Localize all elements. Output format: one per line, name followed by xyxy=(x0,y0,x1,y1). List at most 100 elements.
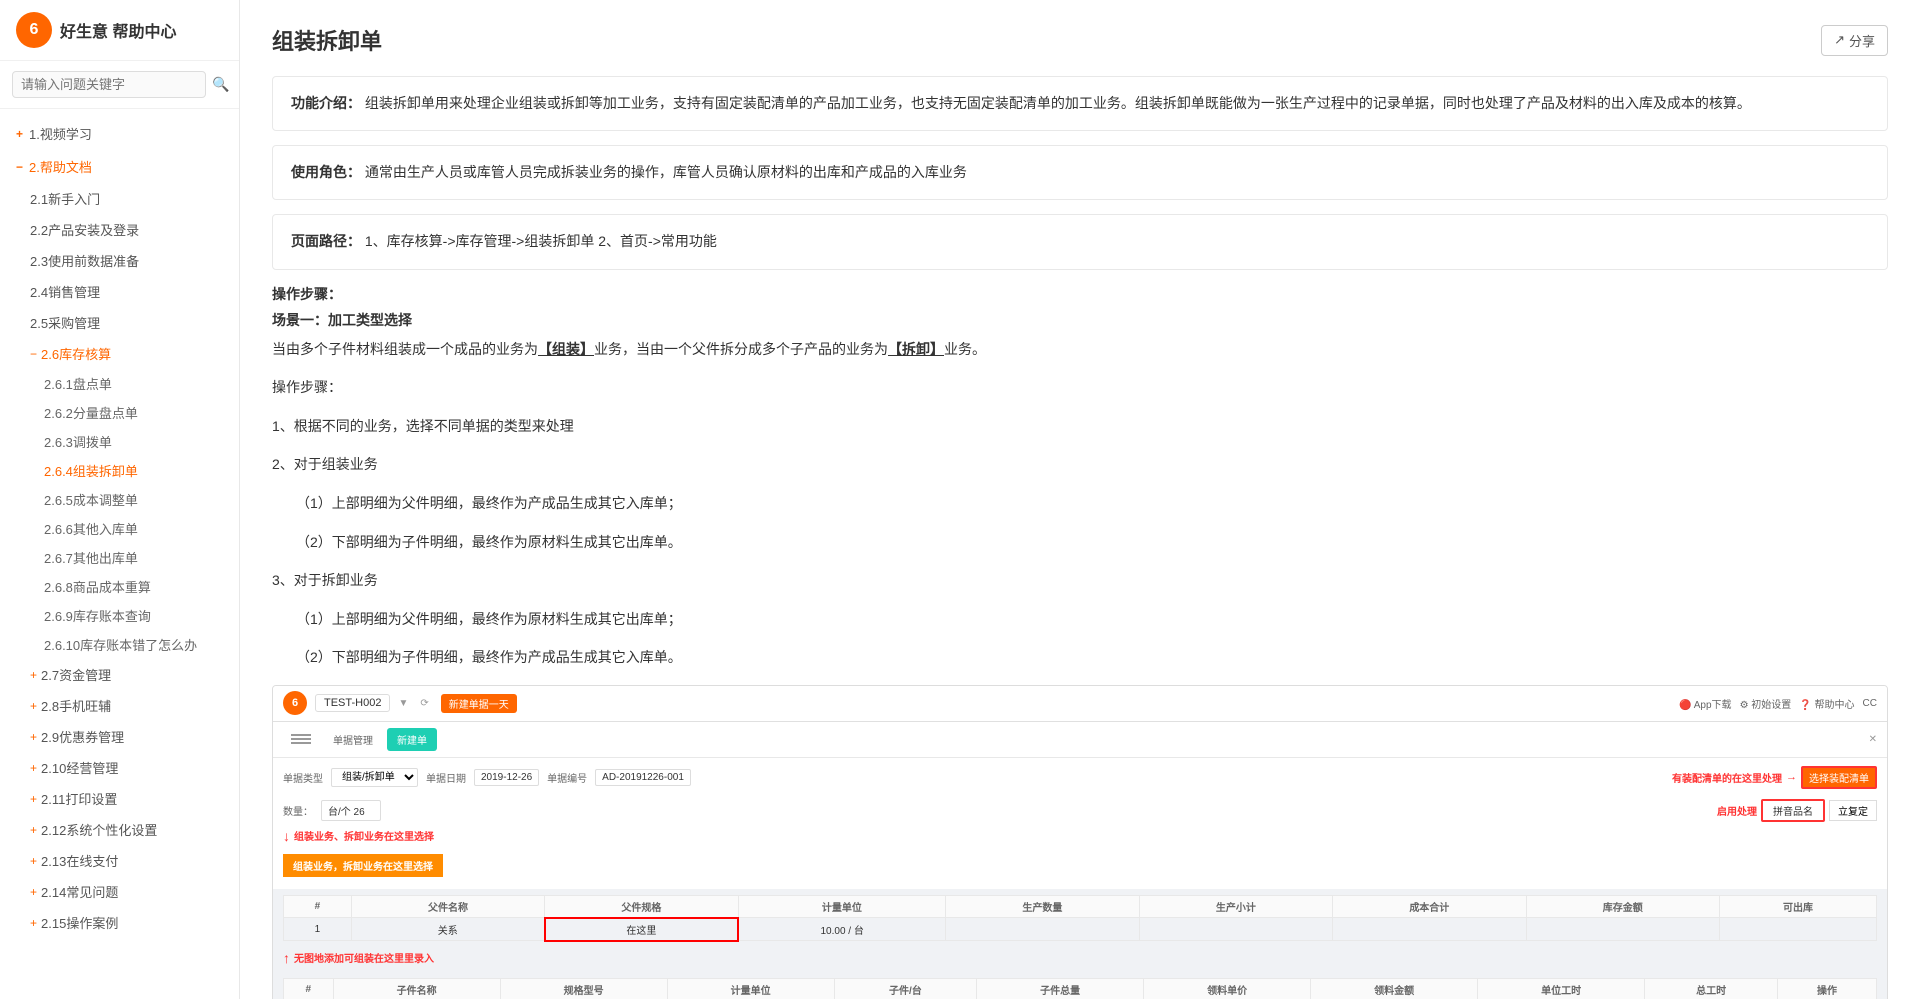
annotation-enable: 启用处理 xyxy=(1717,803,1757,818)
table-row: 1 关系 在这里 10.00 / 台 xyxy=(284,918,1877,941)
sub-col-unit: 计量单位 xyxy=(667,978,834,999)
plus-icon: + xyxy=(30,668,37,682)
mock-form-area: 单据类型 组装/拆卸单 单据日期 2019-12-26 单据编号 AD-2019… xyxy=(273,758,1887,889)
sub-col-total-time: 总工时 xyxy=(1645,978,1778,999)
mock-sidebar-mini xyxy=(283,730,319,748)
sidebar-item-adjust[interactable]: 2.6.3调拨单 xyxy=(0,427,239,456)
sidebar-item-stocktake[interactable]: 2.6.1盘点单 xyxy=(0,369,239,398)
sidebar: 6 好生意 帮助中心 🔍 + 1.视频学习 − 2.帮助文档 2.1新手入门 2… xyxy=(0,0,240,999)
col-hash: # xyxy=(284,895,352,918)
sidebar-item-other-out[interactable]: 2.6.7其他出库单 xyxy=(0,543,239,572)
plus-icon: + xyxy=(30,885,37,899)
sidebar-header: 6 好生意 帮助中心 xyxy=(0,0,239,61)
annotation-assembly-type: ↓ 组装业务、拆卸业务在这里选择 xyxy=(283,828,1877,844)
col-parent-name: 父件名称 xyxy=(351,895,544,918)
sidebar-item-account-error[interactable]: 2.6.10库存账本错了怎么办 xyxy=(0,630,239,659)
mock-parent-table: # 父件名称 父件规格 计量单位 生产数量 生产小计 成本合计 库存金额 可出库 xyxy=(283,895,1877,942)
sidebar-item-print[interactable]: + 2.11打印设置 xyxy=(0,783,239,814)
sidebar-item-split-stocktake[interactable]: 2.6.2分量盘点单 xyxy=(0,398,239,427)
bill-type-label: 单据类型 xyxy=(283,770,323,785)
mock-child-table-wrap: # 子件名称 规格型号 计量单位 子件/台 子件总量 领料单价 领料金额 单位工… xyxy=(273,972,1887,999)
mock-tab-list[interactable]: 单据管理 xyxy=(325,728,381,751)
arrow-icon-1: → xyxy=(1786,771,1797,783)
col-stock-amount: 库存金额 xyxy=(1526,895,1719,918)
sidebar-item-cost-adjust[interactable]: 2.6.5成本调整单 xyxy=(0,485,239,514)
date-input[interactable]: 2019-12-26 xyxy=(474,769,539,786)
col-avail-out: 可出库 xyxy=(1720,895,1877,918)
feature-intro-box: 功能介绍： 组装拆卸单用来处理企业组装或拆卸等加工业务，支持有固定装配清单的产品… xyxy=(272,76,1888,131)
share-button[interactable]: ↗ 分享 xyxy=(1821,25,1888,56)
mock-close-icon[interactable]: ✕ xyxy=(1869,734,1877,745)
plus-icon: + xyxy=(30,916,37,930)
sidebar-item-mobile[interactable]: + 2.8手机旺辅 xyxy=(0,690,239,721)
mock-new-btn[interactable]: 新建单据一天 xyxy=(441,694,517,713)
sidebar-item-video[interactable]: + 1.视频学习 xyxy=(0,117,239,150)
path-label: 页面路径： xyxy=(291,233,361,249)
collapse-icon: − xyxy=(30,347,37,361)
sidebar-item-customize[interactable]: + 2.12系统个性化设置 xyxy=(0,814,239,845)
mock-tab-new[interactable]: 新建单 xyxy=(387,728,437,751)
sidebar-item-cost-recalc[interactable]: 2.6.8商品成本重算 xyxy=(0,572,239,601)
select-bom-btn[interactable]: 选择装配清单 xyxy=(1801,766,1877,789)
sidebar-item-inventory[interactable]: − 2.6库存核算 xyxy=(0,338,239,369)
sub-col-amount: 领料金额 xyxy=(1311,978,1478,999)
sidebar-item-assembly[interactable]: 2.6.4组装拆卸单 xyxy=(0,456,239,485)
count-input[interactable]: 台/个 26 xyxy=(321,800,381,821)
sidebar-item-newbie[interactable]: 2.1新手入门 xyxy=(0,183,239,214)
sub-col-name: 子件名称 xyxy=(333,978,500,999)
sidebar-item-install[interactable]: 2.2产品安装及登录 xyxy=(0,214,239,245)
sidebar-item-other-in[interactable]: 2.6.6其他入库单 xyxy=(0,514,239,543)
sidebar-item-online-pay[interactable]: + 2.13在线支付 xyxy=(0,845,239,876)
plus-icon: + xyxy=(30,699,37,713)
mock-form-annotation-area: 数量： 台/个 26 启用处理 拼音品名 立复定 ↓ xyxy=(283,795,1877,854)
role-box: 使用角色： 通常由生产人员或库管人员完成拆装业务的操作，库管人员确认原材料的出库… xyxy=(272,145,1888,200)
feature-intro-label: 功能介绍： xyxy=(291,95,361,111)
col-cost-total: 成本合计 xyxy=(1333,895,1526,918)
sub-col-hash: # xyxy=(284,978,334,999)
main-content: 组装拆卸单 ↗ 分享 功能介绍： 组装拆卸单用来处理企业组装或拆卸等加工业务，支… xyxy=(240,0,1920,999)
bill-no-input[interactable]: AD-20191226-001 xyxy=(595,769,691,786)
step2-2: （2）下部明细为子件明细，最终作为原材料生成其它出库单。 xyxy=(272,529,1888,556)
sub-col-op: 操作 xyxy=(1778,978,1877,999)
share-label: 分享 xyxy=(1849,31,1875,50)
step2-1: （1）上部明细为父件明细，最终作为产成品生成其它入库单； xyxy=(272,490,1888,517)
sidebar-item-account-query[interactable]: 2.6.9库存账本查询 xyxy=(0,601,239,630)
col-prod-sub: 生产小计 xyxy=(1139,895,1332,918)
sidebar-item-faq[interactable]: + 2.14常见问题 xyxy=(0,876,239,907)
plus-icon: + xyxy=(30,823,37,837)
search-icon[interactable]: 🔍 xyxy=(212,76,229,93)
search-box: 🔍 xyxy=(0,61,239,109)
sidebar-item-coupon[interactable]: + 2.9优惠券管理 xyxy=(0,721,239,752)
sidebar-item-data-prep[interactable]: 2.3使用前数据准备 xyxy=(0,245,239,276)
confirm-btn[interactable]: 立复定 xyxy=(1829,800,1877,821)
mock-icon-help: ❓ 帮助中心 xyxy=(1799,696,1854,711)
plus-icon: + xyxy=(30,792,37,806)
mock-toolbar: 单据管理 新建单 ✕ xyxy=(273,722,1887,758)
sidebar-item-label: 2.帮助文档 xyxy=(29,157,92,176)
mock-org: TEST-H002 xyxy=(315,694,390,712)
plus-icon: + xyxy=(30,854,37,868)
sidebar-item-finance[interactable]: + 2.7资金管理 xyxy=(0,659,239,690)
search-input[interactable] xyxy=(12,71,206,98)
step2: 2、对于组装业务 xyxy=(272,451,1888,478)
sidebar-item-label: 1.视频学习 xyxy=(29,124,92,143)
collapse-icon: − xyxy=(16,160,23,174)
sidebar-item-operation[interactable]: + 2.10经营管理 xyxy=(0,752,239,783)
sidebar-item-help[interactable]: − 2.帮助文档 xyxy=(0,150,239,183)
operation-steps-label: 操作步骤： xyxy=(272,284,1888,304)
mock-app: 6 TEST-H002 ▼ ⟳ 新建单据一天 🔴 App下载 ⚙ 初始设置 ❓ … xyxy=(273,686,1887,999)
mock-topbar: 6 TEST-H002 ▼ ⟳ 新建单据一天 🔴 App下载 ⚙ 初始设置 ❓ … xyxy=(273,686,1887,722)
col-parent-spec: 父件规格 xyxy=(545,895,738,918)
page-header: 组装拆卸单 ↗ 分享 xyxy=(272,24,1888,56)
mock-child-table: # 子件名称 规格型号 计量单位 子件/台 子件总量 领料单价 领料金额 单位工… xyxy=(283,978,1877,999)
role-label: 使用角色： xyxy=(291,164,361,180)
step3: 3、对于拆卸业务 xyxy=(272,567,1888,594)
sidebar-item-purchase[interactable]: 2.5采购管理 xyxy=(0,307,239,338)
date-label: 单据日期 xyxy=(426,770,466,785)
step3-2: （2）下部明细为子件明细，最终作为产成品生成其它入库单。 xyxy=(272,644,1888,671)
mock-form-row1: 单据类型 组装/拆卸单 单据日期 2019-12-26 单据编号 AD-2019… xyxy=(283,766,1877,789)
sidebar-item-sales[interactable]: 2.4销售管理 xyxy=(0,276,239,307)
sub-col-qty-per: 子件/台 xyxy=(834,978,976,999)
sidebar-item-cases[interactable]: + 2.15操作案例 xyxy=(0,907,239,938)
bill-type-select[interactable]: 组装/拆卸单 xyxy=(331,768,418,787)
